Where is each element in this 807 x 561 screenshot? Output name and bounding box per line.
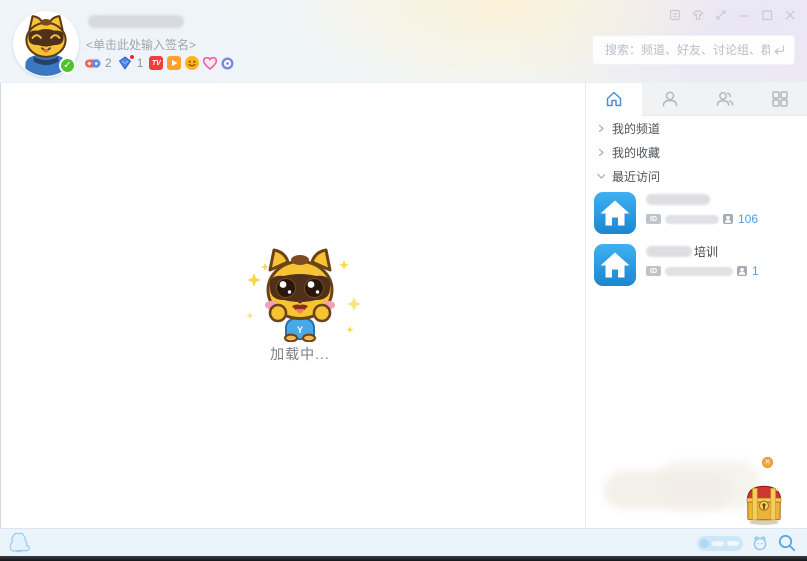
gem-count: 1 <box>137 56 144 70</box>
username-redacted[interactable] <box>88 15 184 28</box>
people-icon <box>715 89 735 109</box>
person-icon <box>660 89 680 109</box>
gamepad-icon[interactable] <box>84 57 101 70</box>
channel-id-redacted <box>665 267 733 276</box>
notification-dot <box>129 54 135 60</box>
window-bottom-edge <box>0 556 807 561</box>
promo-banner[interactable]: ✕ <box>586 453 807 528</box>
header-bar: ✓ <单击此处输入签名> 2 1 TV <box>0 0 807 83</box>
video-badge-icon[interactable] <box>167 56 181 70</box>
yy-client-window: ✓ <单击此处输入签名> 2 1 TV <box>0 0 807 561</box>
chevron-right-icon <box>597 148 605 156</box>
search-input[interactable] <box>603 42 772 58</box>
grid-icon <box>770 89 790 109</box>
loading-area: Y 加载中... <box>180 242 420 364</box>
maximize-icon[interactable] <box>759 7 774 22</box>
heart-badge-icon[interactable] <box>203 57 217 70</box>
section-my-channels[interactable]: 我的频道 <box>586 116 807 140</box>
channel-title-redacted <box>646 194 710 205</box>
tv-badge-icon[interactable]: TV <box>149 56 163 70</box>
member-count-icon <box>737 266 747 276</box>
channel-tile-icon <box>594 244 636 286</box>
home-icon <box>604 89 624 109</box>
member-count: 106 <box>738 212 758 226</box>
member-count: 1 <box>752 264 759 278</box>
gamepad-count: 2 <box>105 56 112 70</box>
close-icon[interactable] <box>782 7 797 22</box>
member-count-icon <box>723 214 733 224</box>
gem-icon[interactable] <box>118 56 133 71</box>
section-label: 我的收藏 <box>612 144 660 161</box>
footer-mascot-icon[interactable] <box>7 531 32 554</box>
tab-apps[interactable] <box>752 83 807 116</box>
treasure-chest-icon[interactable] <box>743 479 785 525</box>
chevron-down-icon <box>597 172 605 180</box>
minimize-icon[interactable] <box>736 7 751 22</box>
profile-badges: 2 1 TV <box>84 55 234 71</box>
panel-tabbar <box>586 83 807 116</box>
id-badge: ID <box>646 214 661 224</box>
online-status-badge[interactable]: ✓ <box>59 57 76 74</box>
right-panel: 我的频道 我的收藏 最近访问 ID <box>585 83 807 528</box>
window-controls <box>667 7 797 22</box>
tab-contacts[interactable] <box>642 83 697 116</box>
id-badge: ID <box>646 266 661 276</box>
emoji-badge-icon[interactable] <box>185 56 199 70</box>
mini-mode-icon[interactable] <box>713 7 728 22</box>
enter-arrow-icon[interactable] <box>772 44 786 56</box>
tab-groups[interactable] <box>697 83 752 116</box>
chevron-right-icon <box>597 124 605 132</box>
skin-change-icon[interactable] <box>690 7 705 22</box>
search-box[interactable] <box>592 35 795 65</box>
channel-search-icon[interactable] <box>777 533 797 553</box>
section-my-favorites[interactable]: 我的收藏 <box>586 140 807 164</box>
pet-icon[interactable] <box>751 534 769 552</box>
section-label: 最近访问 <box>612 168 660 185</box>
section-recent-visits[interactable]: 最近访问 <box>586 164 807 188</box>
section-label: 我的频道 <box>612 120 660 137</box>
promo-close-icon[interactable]: ✕ <box>762 457 773 468</box>
channel-title: 培训 <box>694 243 718 260</box>
channel-tile-icon <box>594 192 636 234</box>
recent-channel-item[interactable]: ID 106 <box>586 188 807 240</box>
footer-bar <box>0 528 807 556</box>
loading-text: 加载中... <box>180 344 420 364</box>
footer-right-icons <box>697 529 797 557</box>
svg-text:Y: Y <box>297 325 303 335</box>
footer-counter-pill[interactable] <box>697 536 743 551</box>
news-icon[interactable] <box>667 7 682 22</box>
ring-badge-icon[interactable] <box>221 57 234 70</box>
tab-channels[interactable] <box>586 83 642 116</box>
channel-id-redacted <box>665 215 719 224</box>
signature-placeholder[interactable]: <单击此处输入签名> <box>86 36 196 53</box>
channel-title-redacted <box>646 246 692 257</box>
recent-channel-item[interactable]: 培训 ID 1 <box>586 240 807 292</box>
yy-mascot-loading: Y <box>240 242 360 342</box>
